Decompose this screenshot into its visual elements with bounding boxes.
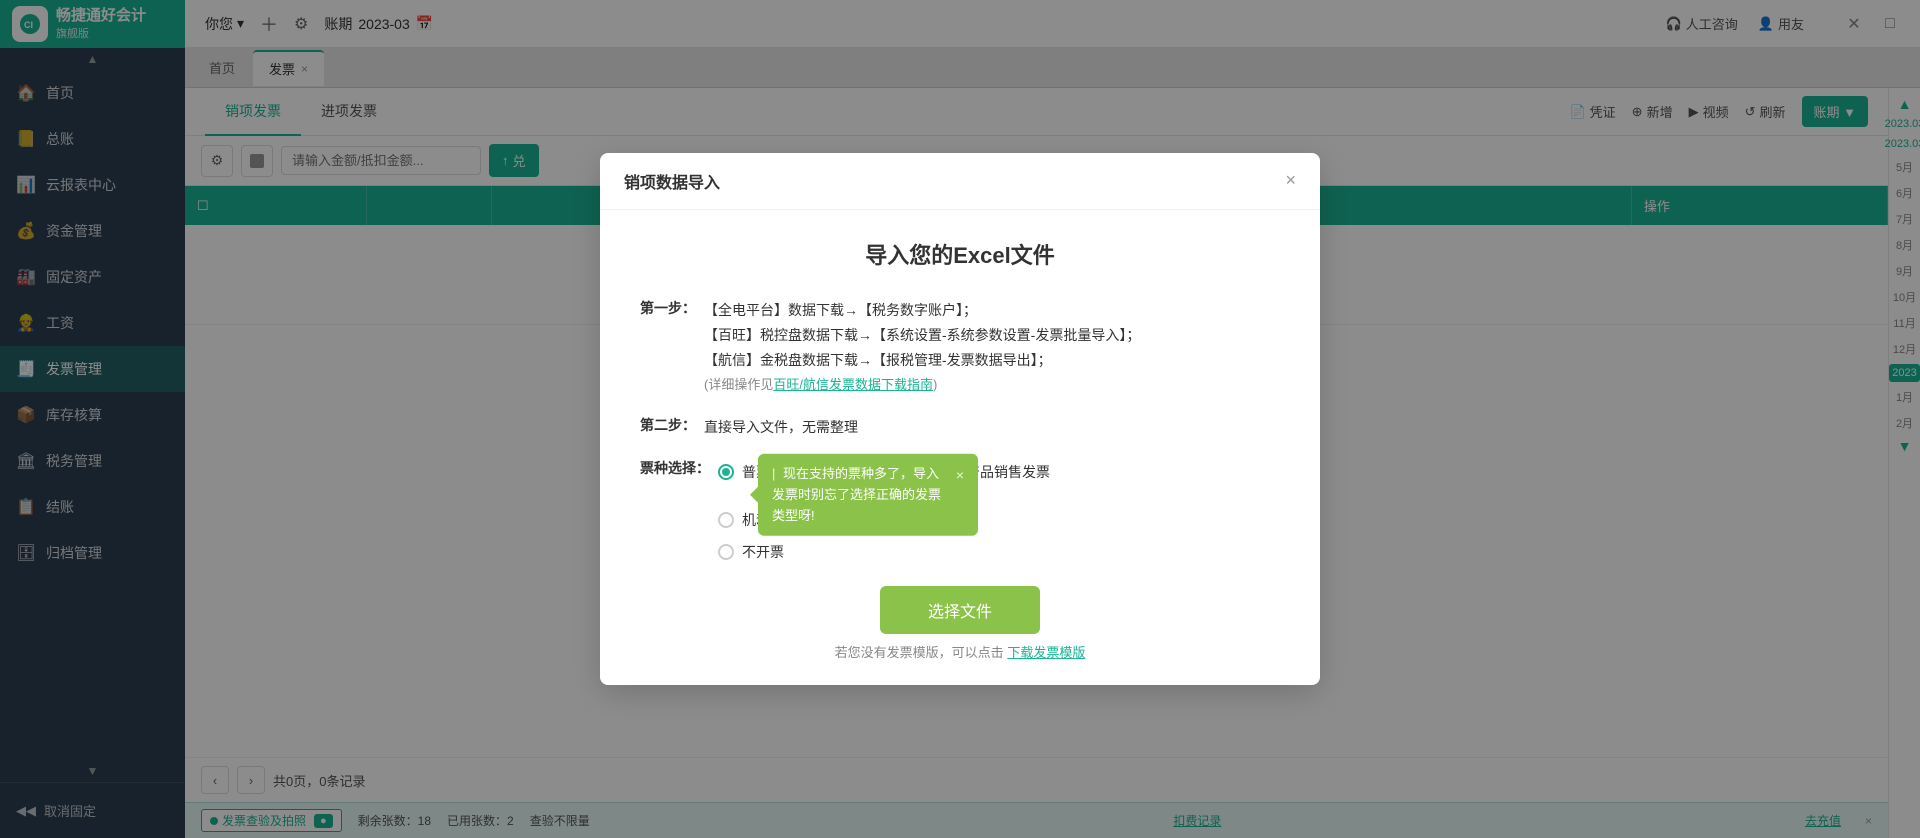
select-file-button[interactable]: 选择文件	[880, 586, 1040, 634]
tooltip-icon: |	[772, 466, 775, 481]
modal-body: 导入您的Excel文件 第一步： 【全电平台】数据下载→【税务数字账户】； 【百…	[600, 210, 1320, 685]
step2-content: 直接导入文件，无需整理	[704, 415, 858, 440]
step1-line3: 【航信】金税盘数据下载→【报税管理-发票数据导出】；	[704, 348, 1140, 373]
tooltip-bubble: × | 现在支持的票种多了，导入发票时别忘了选择正确的发票类型呀!	[758, 454, 978, 536]
modal-main-title: 导入您的Excel文件	[640, 238, 1280, 270]
modal-title: 销项数据导入	[624, 169, 720, 193]
ticket-selection-row: 票种选择： 普票，专票，卷票，通行费发票，农产品销售发票 ●	[640, 458, 1280, 562]
radio-option-3[interactable]: 不开票	[718, 542, 1050, 562]
tooltip-text: 现在支持的票种多了，导入发票时别忘了选择正确的发票类型呀!	[772, 466, 941, 523]
radio-row-1-wrapper: 普票，专票，卷票，通行费发票，农产品销售发票 ● × | 现在支持的票	[718, 462, 1050, 498]
step1-row: 第一步： 【全电平台】数据下载→【税务数字账户】； 【百旺】税控盘数据下载→【系…	[640, 298, 1280, 397]
radio-label-3: 不开票	[742, 542, 784, 562]
radio-circle-3	[718, 544, 734, 560]
step1-line2: 【百旺】税控盘数据下载→【系统设置-系统参数设置-发票批量导入】；	[704, 323, 1140, 348]
radio-group: 普票，专票，卷票，通行费发票，农产品销售发票 ● × | 现在支持的票	[718, 462, 1050, 562]
step1-line1: 【全电平台】数据下载→【税务数字账户】；	[704, 298, 1140, 323]
step1-label: 第一步：	[640, 298, 696, 318]
modal-footer-note: 若您没有发票模版，可以点击 下载发票模版	[640, 642, 1280, 661]
step1-link[interactable]: 百旺/航信发票数据下载指南	[773, 377, 933, 392]
modal-header: 销项数据导入 ×	[600, 153, 1320, 210]
radio-circle-1	[718, 464, 734, 480]
tooltip-close-button[interactable]: ×	[956, 464, 964, 486]
modal-overlay: 销项数据导入 × 导入您的Excel文件 第一步： 【全电平台】数据下载→【税务…	[0, 0, 1920, 838]
step1-content: 【全电平台】数据下载→【税务数字账户】； 【百旺】税控盘数据下载→【系统设置-系…	[704, 298, 1140, 397]
step2-label: 第二步：	[640, 415, 696, 435]
step1-note: (详细操作见百旺/航信发票数据下载指南)	[704, 373, 1140, 396]
footer-note-text: 若您没有发票模版，可以点击	[835, 645, 1004, 660]
download-template-link[interactable]: 下载发票模版	[1007, 645, 1085, 660]
radio-circle-2	[718, 512, 734, 528]
step2-row: 第二步： 直接导入文件，无需整理	[640, 415, 1280, 440]
import-modal: 销项数据导入 × 导入您的Excel文件 第一步： 【全电平台】数据下载→【税务…	[600, 153, 1320, 685]
ticket-label: 票种选择：	[640, 458, 710, 478]
modal-close-button[interactable]: ×	[1285, 170, 1296, 191]
